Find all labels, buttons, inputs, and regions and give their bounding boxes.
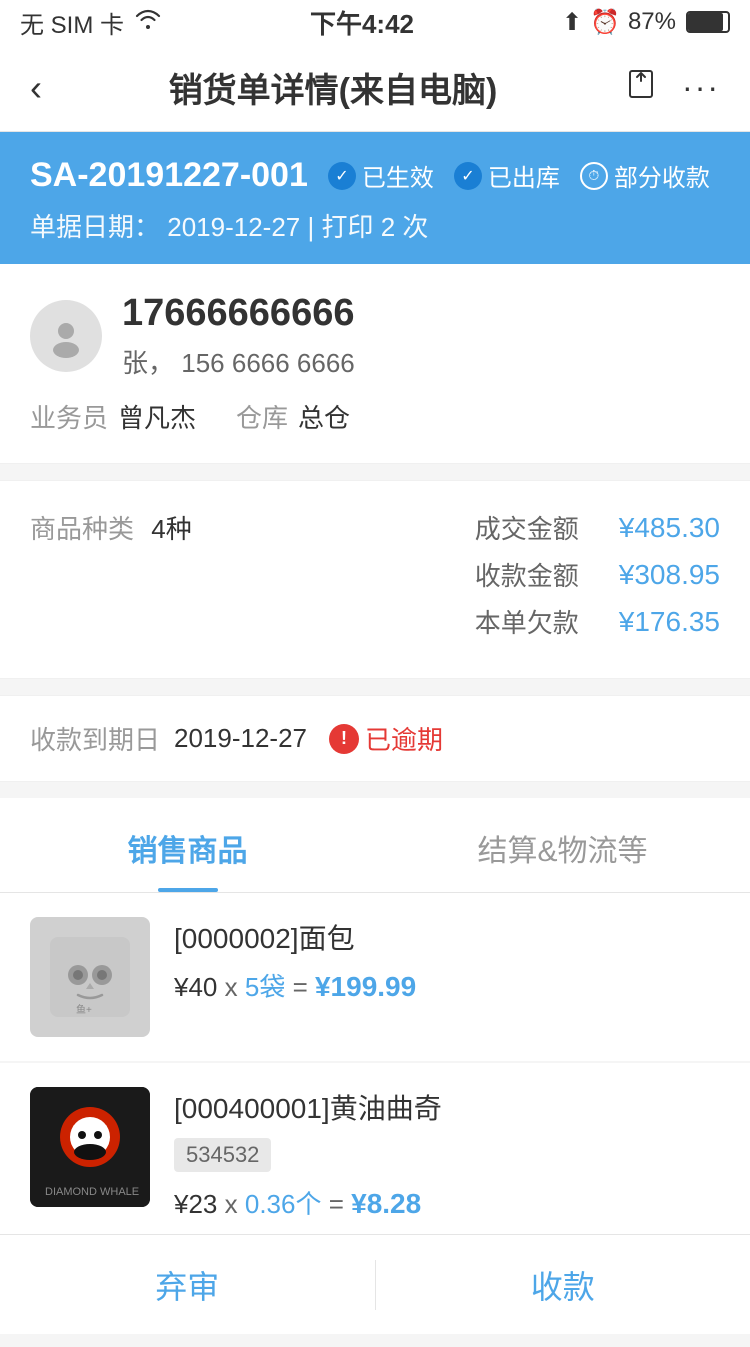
summary-right: 成交金额 ¥485.30 收款金额 ¥308.95 本单欠款 ¥176.35 — [475, 509, 720, 650]
warehouse-value: 总仓 — [298, 398, 350, 435]
cookie-total: ¥8.28 — [351, 1188, 421, 1219]
tabs-row: 销售商品 结算&物流等 — [0, 798, 750, 892]
svg-text:DIAMOND WHALE: DIAMOND WHALE — [45, 1186, 139, 1198]
battery-percent: 87% — [628, 8, 676, 36]
cookie-unit-price: ¥23 — [174, 1189, 217, 1219]
customer-phone: 17666666666 — [122, 292, 355, 335]
status-effective-label: 已生效 — [362, 158, 434, 193]
warehouse-label: 仓库 — [236, 398, 288, 435]
nav-actions: ··· — [624, 67, 720, 109]
back-button[interactable]: ‹ — [30, 67, 42, 109]
overdue-text: 已逾期 — [365, 720, 443, 757]
product-info-cookie: [000400001]黄油曲奇 534532 ¥23 x 0.36个 = ¥8.… — [174, 1087, 720, 1221]
product-item-cookie: DIAMOND WHALE [000400001]黄油曲奇 534532 ¥23… — [0, 1063, 750, 1245]
sales-rep-label: 业务员 — [30, 398, 108, 435]
bread-unit-price: ¥40 — [174, 972, 217, 1002]
due-date-label: 收款到期日 — [30, 720, 160, 757]
bread-equals: = — [293, 972, 315, 1002]
due-date-value: 2019-12-27 — [174, 723, 307, 754]
status-partial: ⏱ 部分收款 — [580, 158, 710, 193]
meta-separator: | — [307, 212, 321, 242]
location-icon: ⬆ — [562, 8, 582, 37]
product-sku-cookie: 534532 — [174, 1138, 271, 1172]
product-info-bread: [0000002]面包 ¥40 x 5袋 = ¥199.99 — [174, 917, 720, 1004]
summary-section: 商品种类 4种 成交金额 ¥485.30 收款金额 ¥308.95 本单欠款 ¥… — [0, 480, 750, 679]
meta-date-label: 单据日期： — [30, 212, 160, 242]
tabs-section: 销售商品 结算&物流等 — [0, 798, 750, 893]
summary-left: 商品种类 4种 — [30, 509, 192, 552]
product-thumb-cookie: DIAMOND WHALE — [30, 1087, 150, 1207]
check-icon-1: ✓ — [328, 162, 356, 190]
product-price-row-cookie: ¥23 x 0.36个 = ¥8.28 — [174, 1184, 720, 1221]
arrears-value: ¥176.35 — [619, 606, 720, 638]
battery-bar — [686, 11, 730, 33]
sales-rep-value: 曾凡杰 — [118, 398, 196, 435]
cancel-button[interactable]: 弃审 — [0, 1242, 375, 1328]
tab-sales-products[interactable]: 销售商品 — [0, 798, 375, 892]
svg-text:鱼+: 鱼+ — [76, 1003, 92, 1016]
status-bar: 无 SIM 卡 下午4:42 ⬆ ⏰ 87% — [0, 0, 750, 44]
cookie-equals: = — [329, 1189, 351, 1219]
order-header: SA-20191227-001 ✓ 已生效 ✓ 已出库 ⏱ 部分收款 单据日期：… — [0, 132, 750, 264]
products-section: 鱼+ [0000002]面包 ¥40 x 5袋 = ¥199.99 — [0, 893, 750, 1245]
due-section: 收款到期日 2019-12-27 ! 已逾期 — [0, 695, 750, 782]
page-title: 销货单详情(来自电脑) — [169, 63, 498, 112]
share-icon[interactable] — [624, 67, 658, 109]
overdue-icon: ! — [329, 724, 359, 754]
status-shipped: ✓ 已出库 — [454, 158, 560, 193]
product-item: 鱼+ [0000002]面包 ¥40 x 5袋 = ¥199.99 — [0, 893, 750, 1061]
check-icon-2: ✓ — [454, 162, 482, 190]
order-id: SA-20191227-001 — [30, 156, 308, 195]
cookie-multiply: x — [225, 1189, 245, 1219]
tab-settlement-label: 结算&物流等 — [477, 835, 647, 868]
time-display: 下午4:42 — [310, 4, 414, 41]
product-types-value: 4种 — [151, 514, 191, 544]
collection-amount-label: 收款金额 — [475, 556, 579, 593]
meta-print: 打印 2 次 — [321, 212, 428, 242]
order-meta: 单据日期： 2019-12-27 | 打印 2 次 — [30, 207, 720, 244]
customer-name-text: 张 — [122, 348, 148, 378]
customer-section: 17666666666 张， 156 6666 6666 业务员 曾凡杰 仓库 … — [0, 264, 750, 464]
nav-bar: ‹ 销货单详情(来自电脑) ··· — [0, 44, 750, 132]
collection-amount-value: ¥308.95 — [619, 559, 720, 591]
carrier-text: 无 SIM 卡 — [20, 5, 124, 40]
customer-avatar — [30, 300, 102, 372]
status-right: ⬆ ⏰ 87% — [562, 8, 730, 37]
product-name-cookie: [000400001]黄油曲奇 — [174, 1087, 720, 1127]
meta-date-value: 2019-12-27 — [167, 212, 300, 242]
customer-sub-info: 张， 156 6666 6666 — [122, 343, 355, 380]
status-left: 无 SIM 卡 — [20, 5, 162, 40]
product-name-bread: [0000002]面包 — [174, 917, 720, 957]
more-icon[interactable]: ··· — [682, 69, 720, 106]
bottom-bar: 弃审 收款 — [0, 1234, 750, 1334]
cookie-qty: 0.36个 — [245, 1189, 322, 1219]
bread-total: ¥199.99 — [315, 971, 416, 1002]
status-effective: ✓ 已生效 — [328, 158, 434, 193]
clock-icon: ⏱ — [580, 162, 608, 190]
alarm-icon: ⏰ — [590, 8, 620, 37]
bread-multiply: x — [225, 972, 245, 1002]
wifi-icon — [134, 8, 162, 36]
overdue-tag: ! 已逾期 — [329, 720, 443, 757]
confirm-button[interactable]: 收款 — [376, 1242, 750, 1328]
arrears-label: 本单欠款 — [475, 603, 579, 640]
product-types-label: 商品种类 — [30, 514, 134, 544]
status-partial-label: 部分收款 — [614, 158, 710, 193]
product-thumb-bread: 鱼+ — [30, 917, 150, 1037]
status-shipped-label: 已出库 — [488, 158, 560, 193]
tab-settlement[interactable]: 结算&物流等 — [375, 798, 750, 892]
customer-contact-phone: 156 6666 6666 — [181, 348, 355, 378]
product-price-row-bread: ¥40 x 5袋 = ¥199.99 — [174, 967, 720, 1004]
transaction-amount-value: ¥485.30 — [619, 512, 720, 544]
bread-qty: 5袋 — [245, 972, 285, 1002]
tab-sales-products-label: 销售商品 — [128, 835, 248, 868]
transaction-amount-label: 成交金额 — [475, 509, 579, 546]
